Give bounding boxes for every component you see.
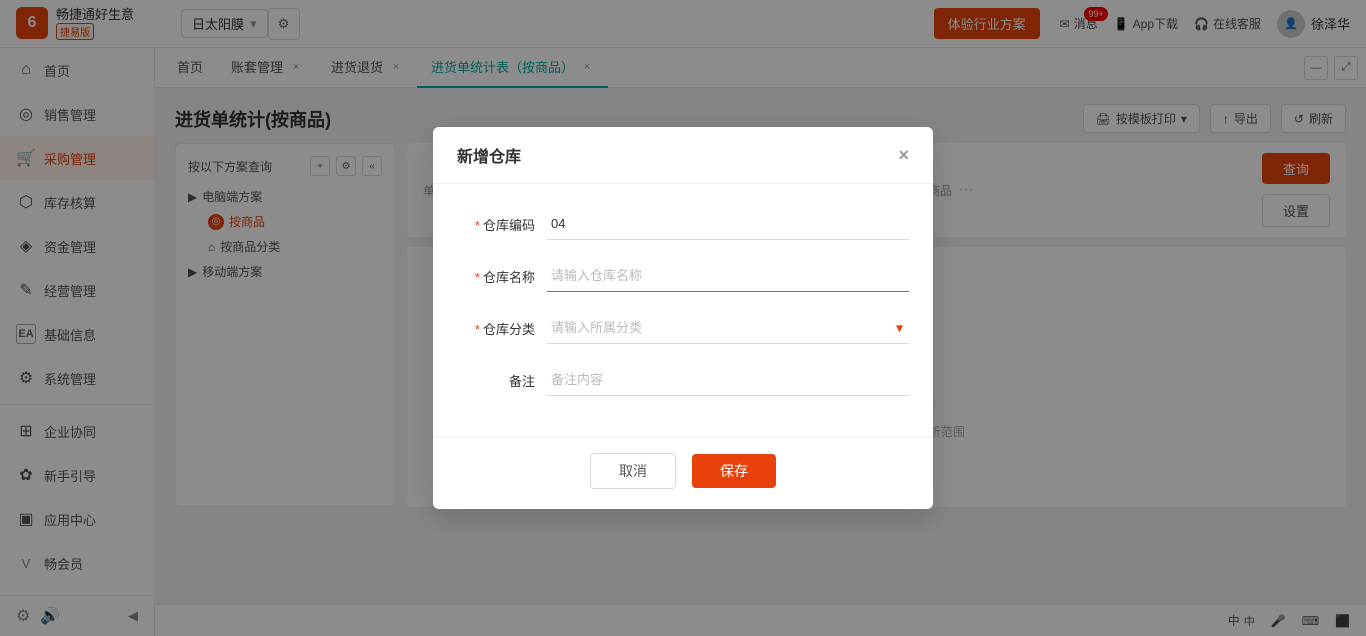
code-label: 仓库编码 (457, 215, 547, 234)
cancel-button[interactable]: 取消 (590, 453, 676, 489)
form-row-category: 仓库分类 请输入所属分类 ▾ (457, 312, 909, 344)
save-button[interactable]: 保存 (692, 454, 776, 488)
form-row-note: 备注 (457, 364, 909, 396)
category-select[interactable]: 请输入所属分类 (547, 312, 909, 344)
code-input[interactable] (547, 208, 909, 240)
modal-footer: 取消 保存 (433, 436, 933, 509)
modal-close-button[interactable]: × (898, 145, 909, 166)
modal-overlay: 新增仓库 × 仓库编码 仓库名称 仓库分类 请输入所属分类 ▾ (0, 0, 1366, 636)
note-label: 备注 (457, 371, 547, 390)
new-warehouse-modal: 新增仓库 × 仓库编码 仓库名称 仓库分类 请输入所属分类 ▾ (433, 127, 933, 509)
form-row-name: 仓库名称 (457, 260, 909, 292)
name-label: 仓库名称 (457, 267, 547, 286)
form-row-code: 仓库编码 (457, 208, 909, 240)
category-select-wrapper: 请输入所属分类 ▾ (547, 312, 909, 344)
category-label: 仓库分类 (457, 319, 547, 338)
name-input[interactable] (547, 260, 909, 292)
modal-header: 新增仓库 × (433, 127, 933, 184)
modal-body: 仓库编码 仓库名称 仓库分类 请输入所属分类 ▾ 备注 (433, 184, 933, 426)
modal-title: 新增仓库 (457, 143, 521, 167)
note-input[interactable] (547, 364, 909, 396)
